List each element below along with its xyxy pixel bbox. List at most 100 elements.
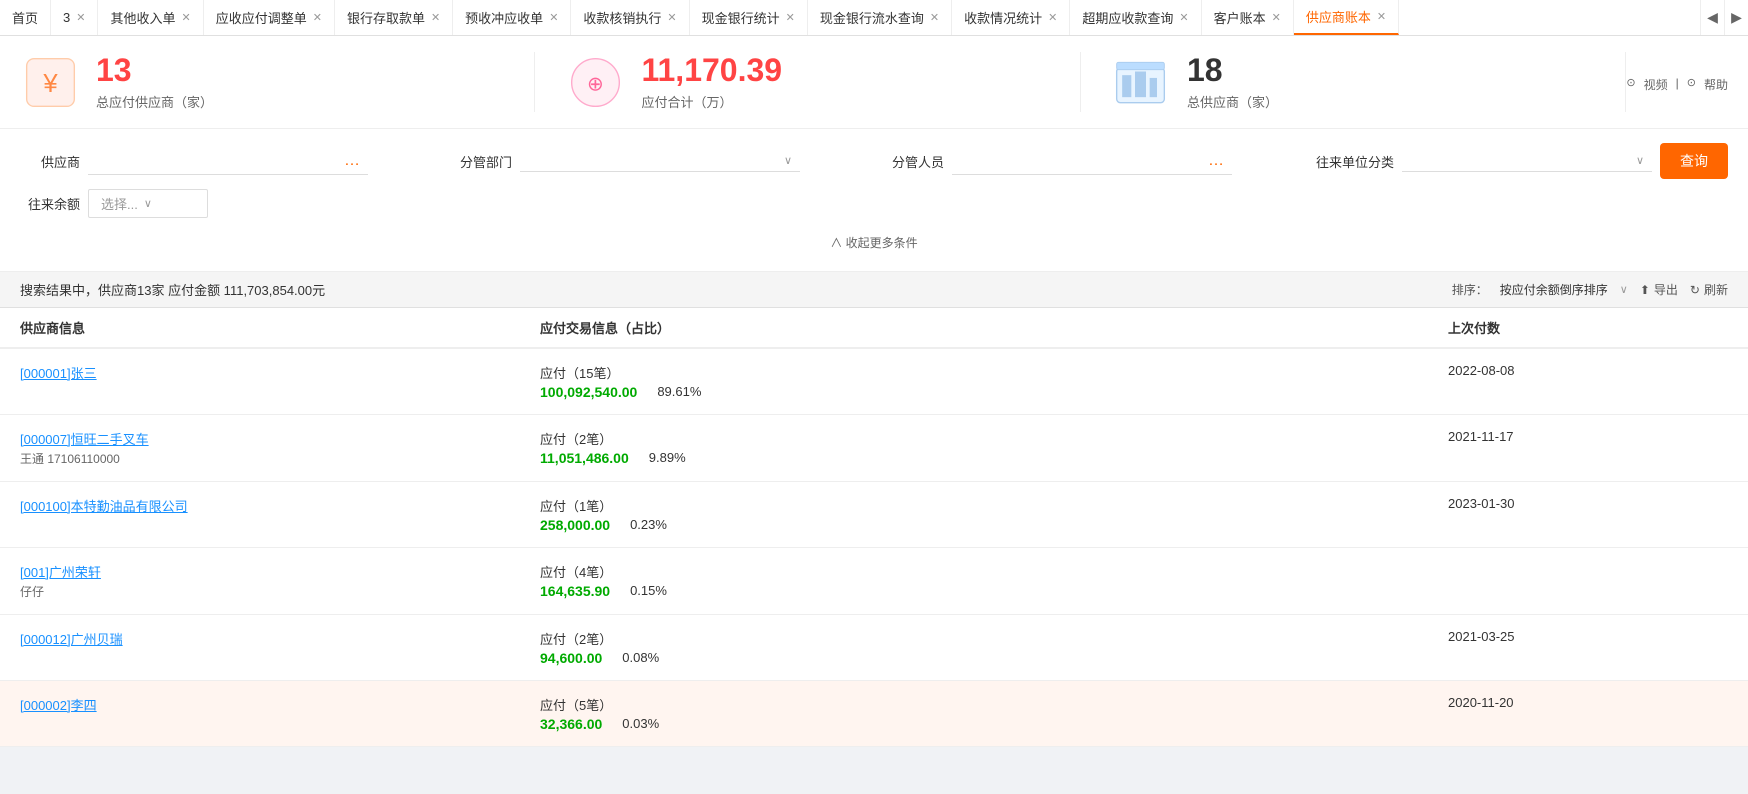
- supplier-name-5[interactable]: [000012]广州贝瑞: [20, 629, 540, 648]
- nav-bank-deposit[interactable]: 银行存取款单 ✕: [335, 0, 453, 35]
- last-pay-date-2: 2021-11-17: [1448, 429, 1514, 444]
- last-pay-cell-2: 2021-11-17: [1448, 429, 1728, 444]
- help-icon: ⊙: [1687, 76, 1696, 89]
- collapse-bar[interactable]: ∧ 收起更多条件: [20, 228, 1728, 257]
- nav-collect-verify-label: 收款核销执行: [583, 8, 661, 27]
- nav-collect-stat-close[interactable]: ✕: [1048, 11, 1057, 24]
- nav-collect-verify-close[interactable]: ✕: [667, 11, 676, 24]
- trans-amount-3[interactable]: 258,000.00: [540, 517, 610, 533]
- nav-collect-stat[interactable]: 收款情况统计 ✕: [952, 0, 1070, 35]
- trans-amount-4[interactable]: 164,635.90: [540, 583, 610, 599]
- export-icon: ⬆: [1640, 283, 1650, 297]
- nav-ap-adjust-close[interactable]: ✕: [313, 11, 322, 24]
- nav-customer-account-label: 客户账本: [1214, 8, 1266, 27]
- nav-customer-account[interactable]: 客户账本 ✕: [1202, 0, 1294, 35]
- nav-tab3-close[interactable]: ✕: [76, 11, 85, 24]
- filter-row-1: 供应商 … 分管部门 ∨ 分管人员 … 往来单位分类: [20, 143, 1728, 179]
- sort-select[interactable]: 按应付余额倒序排序: [1500, 281, 1608, 298]
- balance-select[interactable]: 选择... ∨: [88, 189, 208, 218]
- supplier-name-4[interactable]: [001]广州荣轩: [20, 562, 540, 581]
- nav-ap-adjust[interactable]: 应收应付调整单 ✕: [204, 0, 335, 35]
- nav-cash-bank-flow[interactable]: 现金银行流水查询 ✕: [808, 0, 952, 35]
- balance-placeholder: 选择...: [101, 194, 138, 213]
- nav-collect-verify[interactable]: 收款核销执行 ✕: [571, 0, 689, 35]
- export-button[interactable]: ⬆ 导出: [1640, 281, 1678, 298]
- nav-cash-bank-stat-close[interactable]: ✕: [786, 11, 795, 24]
- supplier-name-6[interactable]: [000002]李四: [20, 695, 540, 714]
- trans-amount-2[interactable]: 11,051,486.00: [540, 450, 629, 466]
- nav-other-income[interactable]: 其他收入单 ✕: [98, 0, 203, 35]
- unit-category-select[interactable]: ∨: [1402, 150, 1652, 172]
- filter-row-2: 往来余额 选择... ∨: [20, 189, 1728, 218]
- last-pay-date-3: 2023-01-30: [1448, 496, 1515, 511]
- nav-advance-offset-label: 预收冲应收单: [465, 8, 543, 27]
- trans-row-1: 100,092,540.00 89.61%: [540, 382, 1448, 400]
- supplier-cell-2: [000007]恒旺二手叉车 王通 17106110000: [20, 429, 540, 467]
- last-pay-date-5: 2021-03-25: [1448, 629, 1515, 644]
- supplier-cell-4: [001]广州荣轩 仔仔: [20, 562, 540, 600]
- trans-amount-6[interactable]: 32,366.00: [540, 716, 602, 732]
- filter-unit-category: 往来单位分类 ∨ 查询: [1316, 143, 1728, 179]
- stat-card-total-suppliers: 18 总供应商（家）: [1081, 52, 1626, 112]
- department-select[interactable]: ∨: [520, 150, 800, 172]
- sort-chevron-icon: ∨: [1620, 283, 1628, 296]
- sort-label: 排序：: [1452, 281, 1488, 298]
- trans-amount-1[interactable]: 100,092,540.00: [540, 384, 637, 400]
- nav-advance-offset-close[interactable]: ✕: [549, 11, 558, 24]
- nav-advance-offset[interactable]: 预收冲应收单 ✕: [453, 0, 571, 35]
- trans-label-6: 应付（5笔）: [540, 695, 1448, 714]
- payable-suppliers-number: 13: [96, 53, 213, 88]
- nav-arrows: ◀ ▶: [1700, 0, 1748, 36]
- nav-arrow-right[interactable]: ▶: [1724, 0, 1748, 36]
- nav-other-income-close[interactable]: ✕: [181, 11, 190, 24]
- refresh-button[interactable]: ↻ 刷新: [1690, 281, 1728, 298]
- stat-card-payable-suppliers: ¥ 13 总应付供应商（家）: [20, 52, 535, 112]
- stat-card-payable-total: ⊕ 11,170.39 应付合计（万）: [535, 52, 1080, 112]
- trans-percent-3: 0.23%: [630, 517, 667, 532]
- nav-overdue-collect-close[interactable]: ✕: [1179, 11, 1188, 24]
- unit-category-label: 往来单位分类: [1316, 152, 1394, 171]
- nav-bank-deposit-label: 银行存取款单: [347, 8, 425, 27]
- supplier-cell-5: [000012]广州贝瑞: [20, 629, 540, 648]
- results-summary: 搜索结果中，供应商13家 应付金额 111,703,854.00元: [20, 280, 325, 299]
- nav-supplier-account[interactable]: 供应商账本 ✕: [1294, 0, 1399, 35]
- filter-balance: 往来余额 选择... ∨: [20, 189, 1728, 218]
- nav-collect-stat-label: 收款情况统计: [964, 8, 1042, 27]
- supplier-cell-6: [000002]李四: [20, 695, 540, 714]
- trans-cell-3: 应付（1笔） 258,000.00 0.23%: [540, 496, 1448, 533]
- table-row: [001]广州荣轩 仔仔 应付（4笔） 164,635.90 0.15%: [0, 548, 1748, 615]
- supplier-input[interactable]: …: [88, 148, 368, 175]
- supplier-name-1[interactable]: [000001]张三: [20, 363, 540, 382]
- nav-cash-bank-stat[interactable]: 现金银行统计 ✕: [690, 0, 808, 35]
- video-link[interactable]: 视频: [1644, 76, 1668, 93]
- person-input[interactable]: …: [952, 148, 1232, 175]
- table-row: [000007]恒旺二手叉车 王通 17106110000 应付（2笔） 11,…: [0, 415, 1748, 482]
- payable-total-label: 应付合计（万）: [641, 92, 782, 111]
- nav-tab3[interactable]: 3 ✕: [51, 0, 98, 35]
- nav-home[interactable]: 首页: [0, 0, 51, 35]
- nav-arrow-left[interactable]: ◀: [1700, 0, 1724, 36]
- supplier-name-3[interactable]: [000100]本特勤油品有限公司: [20, 496, 540, 515]
- nav-cash-bank-flow-close[interactable]: ✕: [930, 11, 939, 24]
- nav-bank-deposit-close[interactable]: ✕: [431, 11, 440, 24]
- supplier-dots-icon: …: [344, 152, 360, 170]
- department-label: 分管部门: [452, 152, 512, 171]
- supplier-name-2[interactable]: [000007]恒旺二手叉车: [20, 429, 540, 448]
- trans-percent-4: 0.15%: [630, 583, 667, 598]
- trans-amount-5[interactable]: 94,600.00: [540, 650, 602, 666]
- supplier-cell-1: [000001]张三: [20, 363, 540, 382]
- trans-percent-6: 0.03%: [622, 716, 659, 731]
- nav-supplier-account-close[interactable]: ✕: [1377, 10, 1386, 23]
- nav-customer-account-close[interactable]: ✕: [1272, 11, 1281, 24]
- results-bar: 搜索结果中，供应商13家 应付金额 111,703,854.00元 排序： 按应…: [0, 272, 1748, 308]
- nav-other-income-label: 其他收入单: [110, 8, 175, 27]
- trans-label-4: 应付（4笔）: [540, 562, 1448, 581]
- last-pay-cell-6: 2020-11-20: [1448, 695, 1728, 710]
- supplier-sub-2: 王通 17106110000: [20, 450, 540, 467]
- nav-overdue-collect[interactable]: 超期应收款查询 ✕: [1070, 0, 1201, 35]
- trans-label-2: 应付（2笔）: [540, 429, 1448, 448]
- total-suppliers-icon: [1111, 52, 1171, 112]
- stats-bar: ¥ 13 总应付供应商（家） ⊕ 11,170.39 应付合计（万）: [0, 36, 1748, 129]
- query-button[interactable]: 查询: [1660, 143, 1728, 179]
- help-link[interactable]: 帮助: [1704, 76, 1728, 93]
